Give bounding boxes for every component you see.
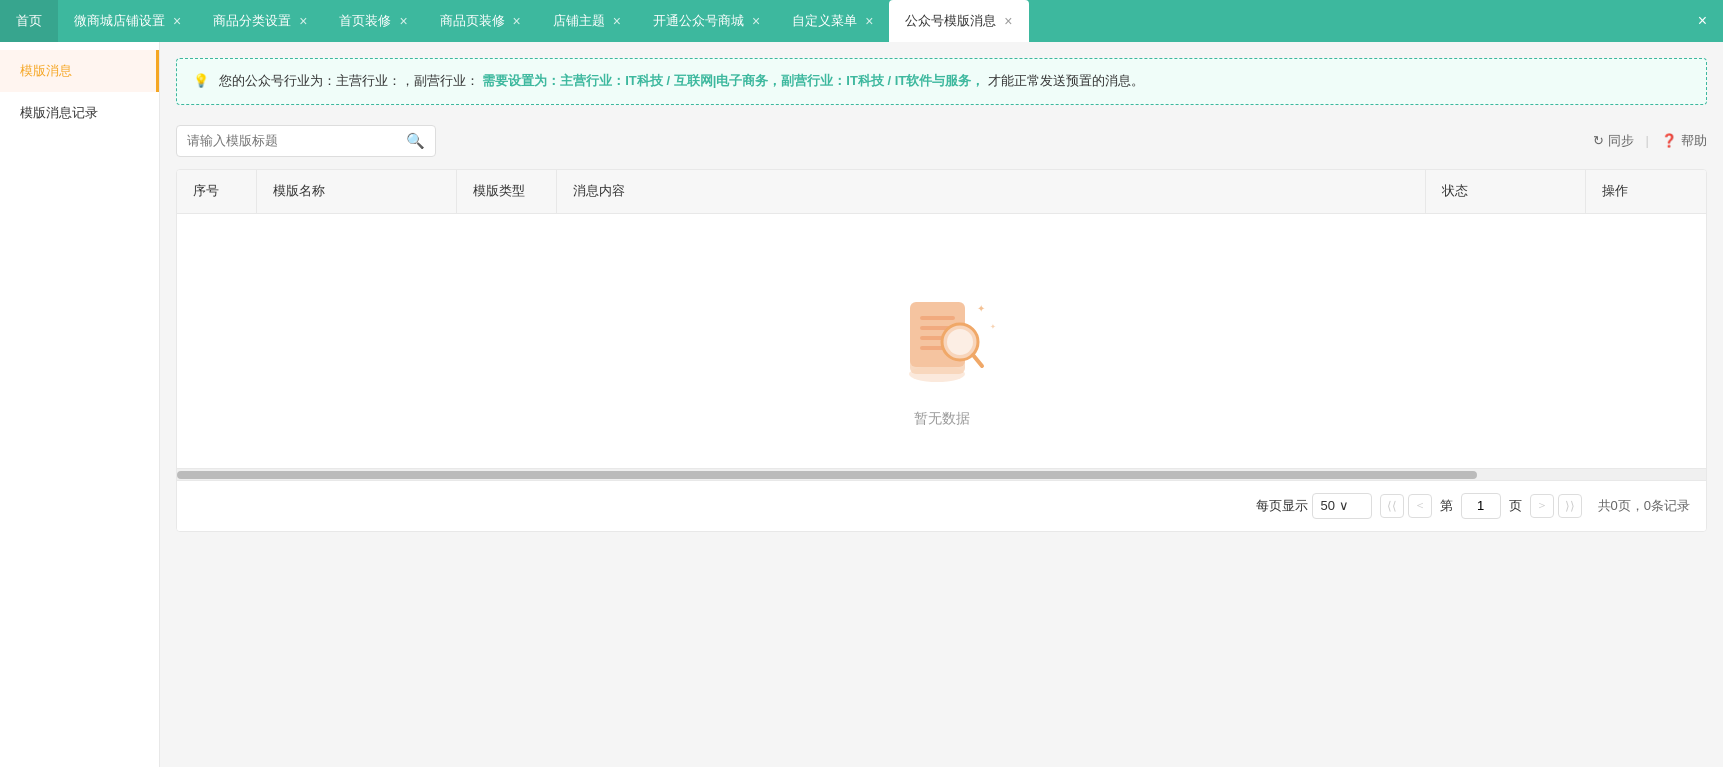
- per-page-label: 每页显示: [1256, 497, 1308, 515]
- tab-template-msg-label: 公众号模版消息: [905, 12, 996, 30]
- sync-icon: ↻: [1593, 133, 1604, 148]
- sidebar-item-template-message-label: 模版消息: [20, 63, 72, 78]
- tab-home-decor[interactable]: 首页装修 ×: [323, 0, 423, 42]
- tab-shop-theme-close[interactable]: ×: [613, 14, 621, 28]
- tab-product-category-close[interactable]: ×: [299, 14, 307, 28]
- sidebar-item-template-record-label: 模版消息记录: [20, 105, 98, 120]
- th-action-label: 操作: [1602, 182, 1628, 200]
- svg-rect-3: [920, 316, 955, 320]
- tab-template-msg-close[interactable]: ×: [1004, 14, 1012, 28]
- th-name: 模版名称: [257, 170, 457, 213]
- svg-line-9: [973, 355, 982, 366]
- tab-home-label: 首页: [16, 12, 42, 30]
- page-input[interactable]: [1461, 493, 1501, 519]
- tab-custom-menu[interactable]: 自定义菜单 ×: [776, 0, 889, 42]
- svg-text:✦: ✦: [977, 303, 985, 314]
- last-page-button[interactable]: ⟩⟩: [1558, 494, 1582, 518]
- next-page-button[interactable]: ＞: [1530, 494, 1554, 518]
- divider: |: [1646, 133, 1649, 148]
- help-label: 帮助: [1681, 132, 1707, 150]
- pagination: 每页显示 50 ∨ ⟨⟨ ＜ 第 页 ＞ ⟩⟩ 共0页，0条记录: [177, 480, 1706, 531]
- svg-point-8: [947, 329, 973, 355]
- page-nav: ⟨⟨ ＜ 第 页 ＞ ⟩⟩: [1380, 493, 1582, 519]
- th-action: 操作: [1586, 170, 1706, 213]
- tab-shop-theme[interactable]: 店铺主题 ×: [537, 0, 637, 42]
- page-label: 第: [1440, 497, 1453, 515]
- tab-open-mall-label: 开通公众号商城: [653, 12, 744, 30]
- close-all-button[interactable]: ×: [1682, 12, 1723, 30]
- notice-suffix: 才能正常发送预置的消息。: [988, 73, 1144, 88]
- th-status-label: 状态: [1442, 182, 1468, 200]
- tab-product-decor-close[interactable]: ×: [513, 14, 521, 28]
- notice-icon: 💡: [193, 73, 209, 88]
- tab-wsc-close[interactable]: ×: [173, 14, 181, 28]
- search-bar: 🔍 ↻ 同步 | ❓ 帮助: [176, 125, 1707, 157]
- tab-home[interactable]: 首页: [0, 0, 58, 42]
- th-content-label: 消息内容: [573, 182, 625, 200]
- empty-text: 暂无数据: [914, 410, 970, 428]
- tab-template-msg[interactable]: 公众号模版消息 ×: [889, 0, 1028, 42]
- scroll-thumb[interactable]: [177, 471, 1477, 479]
- sidebar-item-template-record[interactable]: 模版消息记录: [0, 92, 159, 134]
- th-content: 消息内容: [557, 170, 1426, 213]
- tab-shop-theme-label: 店铺主题: [553, 12, 605, 30]
- help-button[interactable]: ❓ 帮助: [1661, 132, 1707, 150]
- first-page-button[interactable]: ⟨⟨: [1380, 494, 1404, 518]
- chevron-down-icon: ∨: [1339, 498, 1349, 513]
- help-icon: ❓: [1661, 133, 1677, 148]
- toolbar-right: ↻ 同步 | ❓ 帮助: [1593, 132, 1707, 150]
- th-name-label: 模版名称: [273, 182, 325, 200]
- tab-product-category[interactable]: 商品分类设置 ×: [197, 0, 323, 42]
- tab-wsc-settings[interactable]: 微商城店铺设置 ×: [58, 0, 197, 42]
- tab-open-mall-close[interactable]: ×: [752, 14, 760, 28]
- data-table: 序号 模版名称 模版类型 消息内容 状态 操作: [176, 169, 1707, 532]
- notice-highlight: 需要设置为：主营行业：IT科技 / 互联网|电子商务，副营行业：IT科技 / I…: [482, 73, 984, 88]
- per-page-select[interactable]: 50 ∨: [1312, 493, 1372, 519]
- sidebar-item-template-message[interactable]: 模版消息: [0, 50, 159, 92]
- empty-state: ✦ ✦ 暂无数据: [177, 214, 1706, 468]
- sidebar: 模版消息 模版消息记录: [0, 42, 160, 767]
- page-size-select: 每页显示 50 ∨: [1256, 493, 1372, 519]
- tab-bar: 首页 微商城店铺设置 × 商品分类设置 × 首页装修 × 商品页装修 × 店铺主…: [0, 0, 1723, 42]
- th-seq-label: 序号: [193, 182, 219, 200]
- search-icon[interactable]: 🔍: [406, 132, 425, 150]
- notice-box: 💡 您的公众号行业为：主营行业：，副营行业： 需要设置为：主营行业：IT科技 /…: [176, 58, 1707, 105]
- table-header: 序号 模版名称 模版类型 消息内容 状态 操作: [177, 170, 1706, 214]
- tab-product-decor[interactable]: 商品页装修 ×: [424, 0, 537, 42]
- tab-open-mall[interactable]: 开通公众号商城 ×: [637, 0, 776, 42]
- main-layout: 模版消息 模版消息记录 💡 您的公众号行业为：主营行业：，副营行业： 需要设置为…: [0, 42, 1723, 767]
- scroll-area[interactable]: [177, 468, 1706, 480]
- tab-wsc-label: 微商城店铺设置: [74, 12, 165, 30]
- th-type: 模版类型: [457, 170, 557, 213]
- sync-label: 同步: [1608, 132, 1634, 150]
- svg-text:✦: ✦: [990, 323, 996, 330]
- tab-product-category-label: 商品分类设置: [213, 12, 291, 30]
- tab-home-decor-label: 首页装修: [339, 12, 391, 30]
- per-page-value: 50: [1321, 498, 1335, 513]
- sync-button[interactable]: ↻ 同步: [1593, 132, 1634, 150]
- content-area: 💡 您的公众号行业为：主营行业：，副营行业： 需要设置为：主营行业：IT科技 /…: [160, 42, 1723, 767]
- page-unit: 页: [1509, 497, 1522, 515]
- empty-illustration: ✦ ✦: [882, 274, 1002, 394]
- tab-custom-menu-label: 自定义菜单: [792, 12, 857, 30]
- page-total: 共0页，0条记录: [1598, 497, 1690, 515]
- tab-home-decor-close[interactable]: ×: [399, 14, 407, 28]
- tab-custom-menu-close[interactable]: ×: [865, 14, 873, 28]
- tab-product-decor-label: 商品页装修: [440, 12, 505, 30]
- prev-page-button[interactable]: ＜: [1408, 494, 1432, 518]
- th-type-label: 模版类型: [473, 182, 525, 200]
- th-seq: 序号: [177, 170, 257, 213]
- search-input[interactable]: [187, 133, 406, 148]
- search-input-wrap[interactable]: 🔍: [176, 125, 436, 157]
- notice-prefix: 您的公众号行业为：主营行业：，副营行业：: [219, 73, 479, 88]
- th-status: 状态: [1426, 170, 1586, 213]
